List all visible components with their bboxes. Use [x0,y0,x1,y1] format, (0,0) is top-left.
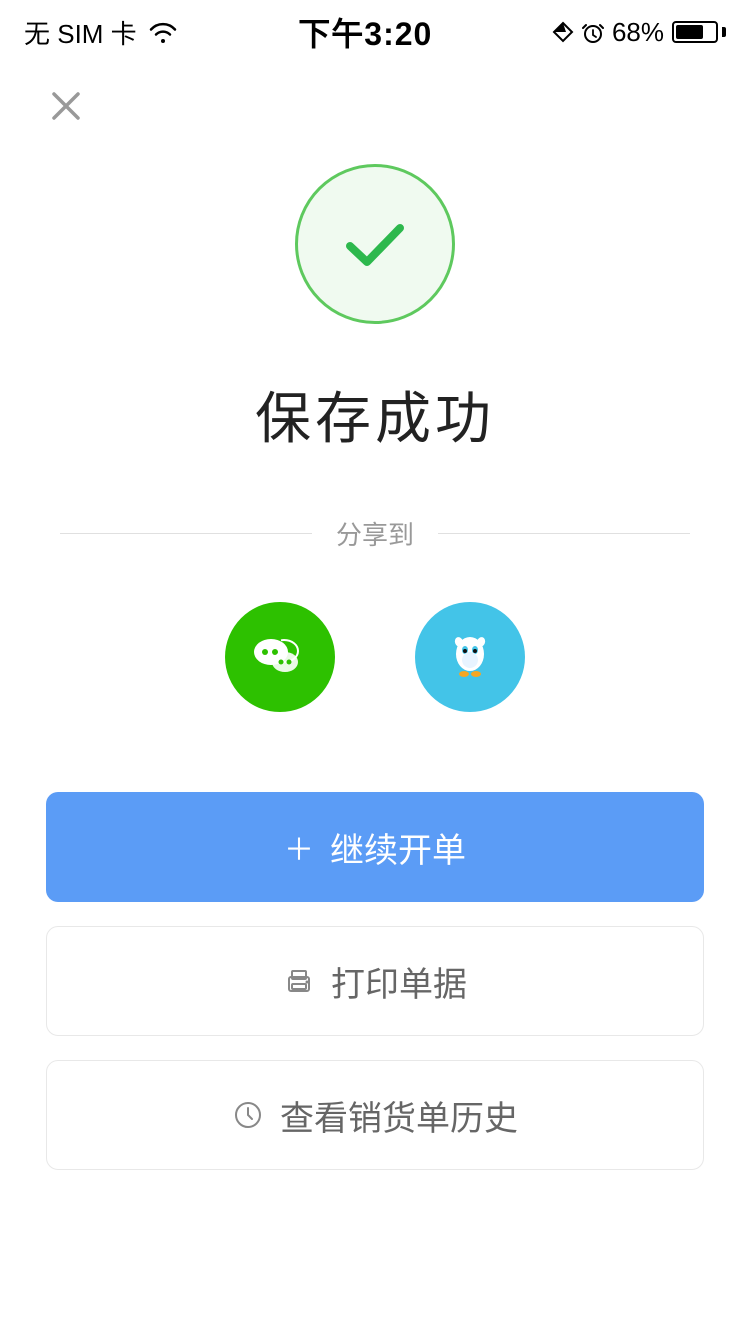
print-label: 打印单据 [331,957,467,1006]
battery-percent: 68% [612,17,664,48]
status-bar: 无 SIM 卡 下午3:20 68% [0,0,750,64]
success-title: 保存成功 [255,374,495,455]
status-left: 无 SIM 卡 [24,14,179,51]
share-buttons-row [225,602,525,712]
status-time: 下午3:20 [298,9,432,55]
battery-icon [672,21,726,43]
status-right: 68% [552,17,726,48]
action-buttons: ＋ 继续开单 打印单据 查看销货单历史 [0,792,750,1170]
success-icon-circle [295,164,455,324]
wechat-icon [247,624,313,690]
wifi-icon [147,20,179,44]
no-sim-text: 无 SIM 卡 [24,14,137,51]
history-label: 查看销货单历史 [280,1091,518,1140]
checkmark-icon [335,204,415,284]
printer-icon [283,965,315,997]
history-button[interactable]: 查看销货单历史 [46,1060,704,1170]
share-divider: 分享到 [0,515,750,552]
main-content: 保存成功 分享到 [0,64,750,1170]
wechat-share-button[interactable] [225,602,335,712]
close-button[interactable] [40,80,92,132]
plus-icon: ＋ [284,825,314,869]
share-label: 分享到 [312,515,438,552]
continue-order-button[interactable]: ＋ 继续开单 [46,792,704,902]
alarm-icon [582,21,604,43]
continue-order-label: 继续开单 [330,823,466,872]
qq-share-button[interactable] [415,602,525,712]
print-button[interactable]: 打印单据 [46,926,704,1036]
divider-right [438,533,690,534]
divider-left [60,533,312,534]
qq-icon [437,624,503,690]
clock-icon [232,1099,264,1131]
location-icon [552,21,574,43]
